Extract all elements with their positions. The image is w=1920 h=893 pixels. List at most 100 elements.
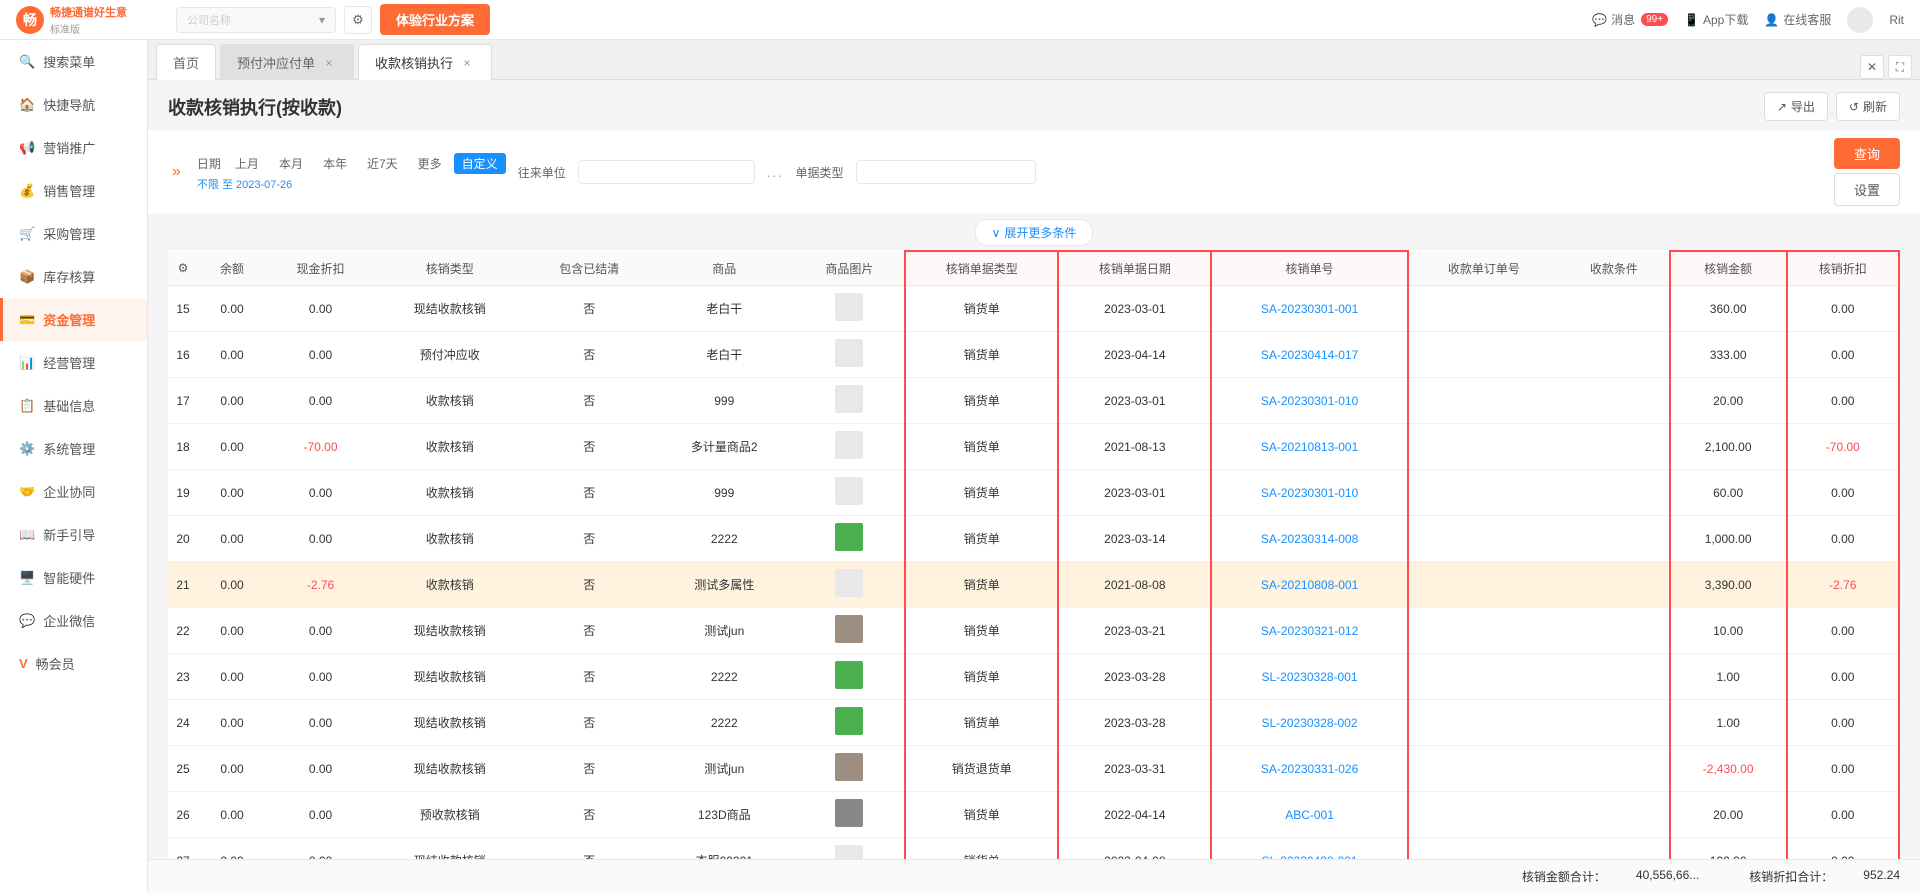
date-chip-this-month[interactable]: 本月 [271,153,311,174]
trial-btn[interactable]: 体验行业方案 [380,4,490,35]
date-chip-7days[interactable]: 近7天 [359,153,406,174]
sidebar-item-operation[interactable]: 📊 经营管理 [0,341,147,384]
cell-verify-doc-no[interactable]: SL-20230408-001 [1211,838,1407,860]
cell-verify-doc-no[interactable]: SL-20230328-001 [1211,654,1407,700]
doc-no-link[interactable]: ABC-001 [1285,808,1334,822]
cell-verify-doc-type: 销货单 [905,470,1058,516]
product-img-placeholder [835,339,863,367]
cell-cash-discount: 0.00 [266,516,375,562]
tab-home[interactable]: 首页 [156,44,216,80]
sidebar-item-inventory[interactable]: 📦 库存核算 [0,255,147,298]
cell-verify-doc-type: 销货单 [905,286,1058,332]
refresh-btn[interactable]: ↺ 刷新 [1836,92,1900,121]
doc-no-link[interactable]: SA-20210808-001 [1261,578,1358,592]
doc-no-link[interactable]: SA-20210813-001 [1261,440,1358,454]
product-img-photo [835,753,863,781]
messages-item[interactable]: 💬 消息 99+ [1592,11,1668,28]
cell-verify-doc-no[interactable]: SA-20230301-001 [1211,286,1407,332]
col-cash-discount: 现金折扣 [266,251,375,286]
cell-verify-doc-no[interactable]: SA-20230314-008 [1211,516,1407,562]
doc-no-link[interactable]: SA-20230301-010 [1261,394,1358,408]
cell-verify-doc-no[interactable]: SA-20230301-010 [1211,470,1407,516]
cell-verify-doc-no[interactable]: ABC-001 [1211,792,1407,838]
sidebar-item-shortcut[interactable]: 🏠 快捷导航 [0,83,147,126]
cell-verify-doc-date: 2023-03-28 [1058,654,1211,700]
tab-prepay-close[interactable]: × [321,55,337,71]
sidebar-item-purchase[interactable]: 🛒 采购管理 [0,212,147,255]
online-service-item[interactable]: 👤 在线客服 [1764,11,1831,28]
product-img-green [835,707,863,735]
user-avatar[interactable] [1847,7,1873,33]
doc-no-link[interactable]: SL-20230328-002 [1262,716,1358,730]
table-row: 26 0.00 0.00 预收款核销 否 123D商品 销货单 2022-04-… [168,792,1899,838]
cell-verify-doc-no[interactable]: SL-20230328-002 [1211,700,1407,746]
date-chip-this-year[interactable]: 本年 [315,153,355,174]
sidebar-item-sales[interactable]: 💰 销售管理 [0,169,147,212]
tab-maximize-btn[interactable]: ⛶ [1888,55,1912,79]
doc-no-link[interactable]: SA-20230314-008 [1261,532,1358,546]
sidebar-item-hardware[interactable]: 🖥️ 智能硬件 [0,556,147,599]
date-chip-more[interactable]: 更多 [410,153,450,174]
cell-verify-doc-no[interactable]: SA-20210808-001 [1211,562,1407,608]
cell-verify-doc-no[interactable]: SA-20230301-010 [1211,378,1407,424]
cell-verify-amount: 1.00 [1670,700,1787,746]
expand-more-btn[interactable]: ∨ 展开更多条件 [975,219,1094,246]
doc-no-link[interactable]: SA-20230301-001 [1261,302,1358,316]
sidebar-item-wechat[interactable]: 💬 企业微信 [0,599,147,642]
cell-receipt-condition [1559,516,1670,562]
doc-no-link[interactable]: SA-20230331-026 [1261,762,1358,776]
cell-product: 999 [654,470,795,516]
table-container[interactable]: ⚙ 余额 现金折扣 核销类型 包含已结清 商品 商品图片 核销单据类型 核销单据… [148,250,1920,859]
tab-close-all-btn[interactable]: ✕ [1860,55,1884,79]
sidebar-item-marketing[interactable]: 📢 营销推广 [0,126,147,169]
sidebar-label-purchase: 采购管理 [43,224,95,243]
company-selector[interactable]: 公司名称 ▾ [176,7,336,33]
date-chip-last-month[interactable]: 上月 [227,153,267,174]
partner-input[interactable] [578,160,755,184]
expand-label: 展开更多条件 [1004,224,1076,241]
doc-type-select[interactable] [856,160,1036,184]
doc-no-link[interactable]: SA-20230414-017 [1261,348,1358,362]
sidebar-item-system[interactable]: ⚙️ 系统管理 [0,427,147,470]
filter-expand-arrow[interactable]: » [168,159,185,185]
sidebar-item-finance[interactable]: 💳 资金管理 [0,298,147,341]
cell-product: 衣服00001 [654,838,795,860]
sidebar-item-basic[interactable]: 📋 基础信息 [0,384,147,427]
col-verify-amount: 核销金额 [1670,251,1787,286]
sidebar-label-enterprise: 企业协同 [43,482,95,501]
table-row: 19 0.00 0.00 收款核销 否 999 销货单 2023-03-01 S… [168,470,1899,516]
sidebar-item-guide[interactable]: 📖 新手引导 [0,513,147,556]
cell-verify-doc-no[interactable]: SA-20210813-001 [1211,424,1407,470]
cell-verify-doc-no[interactable]: SA-20230321-012 [1211,608,1407,654]
cell-verify-amount: 10.00 [1670,608,1787,654]
cell-id: 25 [168,746,198,792]
logo-icon: 畅 [16,6,44,34]
doc-no-link[interactable]: SA-20230301-010 [1261,486,1358,500]
doc-no-link[interactable]: SA-20230321-012 [1261,624,1358,638]
tab-receivable-close[interactable]: × [459,55,475,71]
cell-receipt-order-no [1408,654,1559,700]
doc-no-link[interactable]: SL-20230328-001 [1262,670,1358,684]
app-download-item[interactable]: 📱 App下载 [1684,11,1748,28]
cell-include-settled: 否 [525,700,654,746]
settings-gear-btn[interactable]: ⚙ [344,6,372,34]
cell-verify-doc-date: 2023-04-14 [1058,332,1211,378]
col-balance: 余额 [198,251,266,286]
cell-receipt-condition [1559,838,1670,860]
cell-verify-doc-no[interactable]: SA-20230414-017 [1211,332,1407,378]
settings-btn[interactable]: 设置 [1834,173,1900,206]
cell-verify-doc-no[interactable]: SA-20230331-026 [1211,746,1407,792]
tab-receivable[interactable]: 收款核销执行 × [358,44,492,80]
sidebar-item-member[interactable]: V 畅会员 [0,642,147,685]
export-btn[interactable]: ↗ 导出 [1764,92,1828,121]
date-chip-custom[interactable]: 自定义 [454,153,506,174]
app-download-label: App下载 [1703,11,1748,28]
tab-prepay[interactable]: 预付冲应付单 × [220,44,354,80]
partner-label: 往来单位 [518,164,566,181]
col-settings[interactable]: ⚙ [168,251,198,286]
cell-product-img [795,470,906,516]
sidebar-item-enterprise[interactable]: 🤝 企业协同 [0,470,147,513]
sidebar-item-search[interactable]: 🔍 搜索菜单 [0,40,147,83]
query-btn[interactable]: 查询 [1834,138,1900,169]
cell-balance: 0.00 [198,424,266,470]
